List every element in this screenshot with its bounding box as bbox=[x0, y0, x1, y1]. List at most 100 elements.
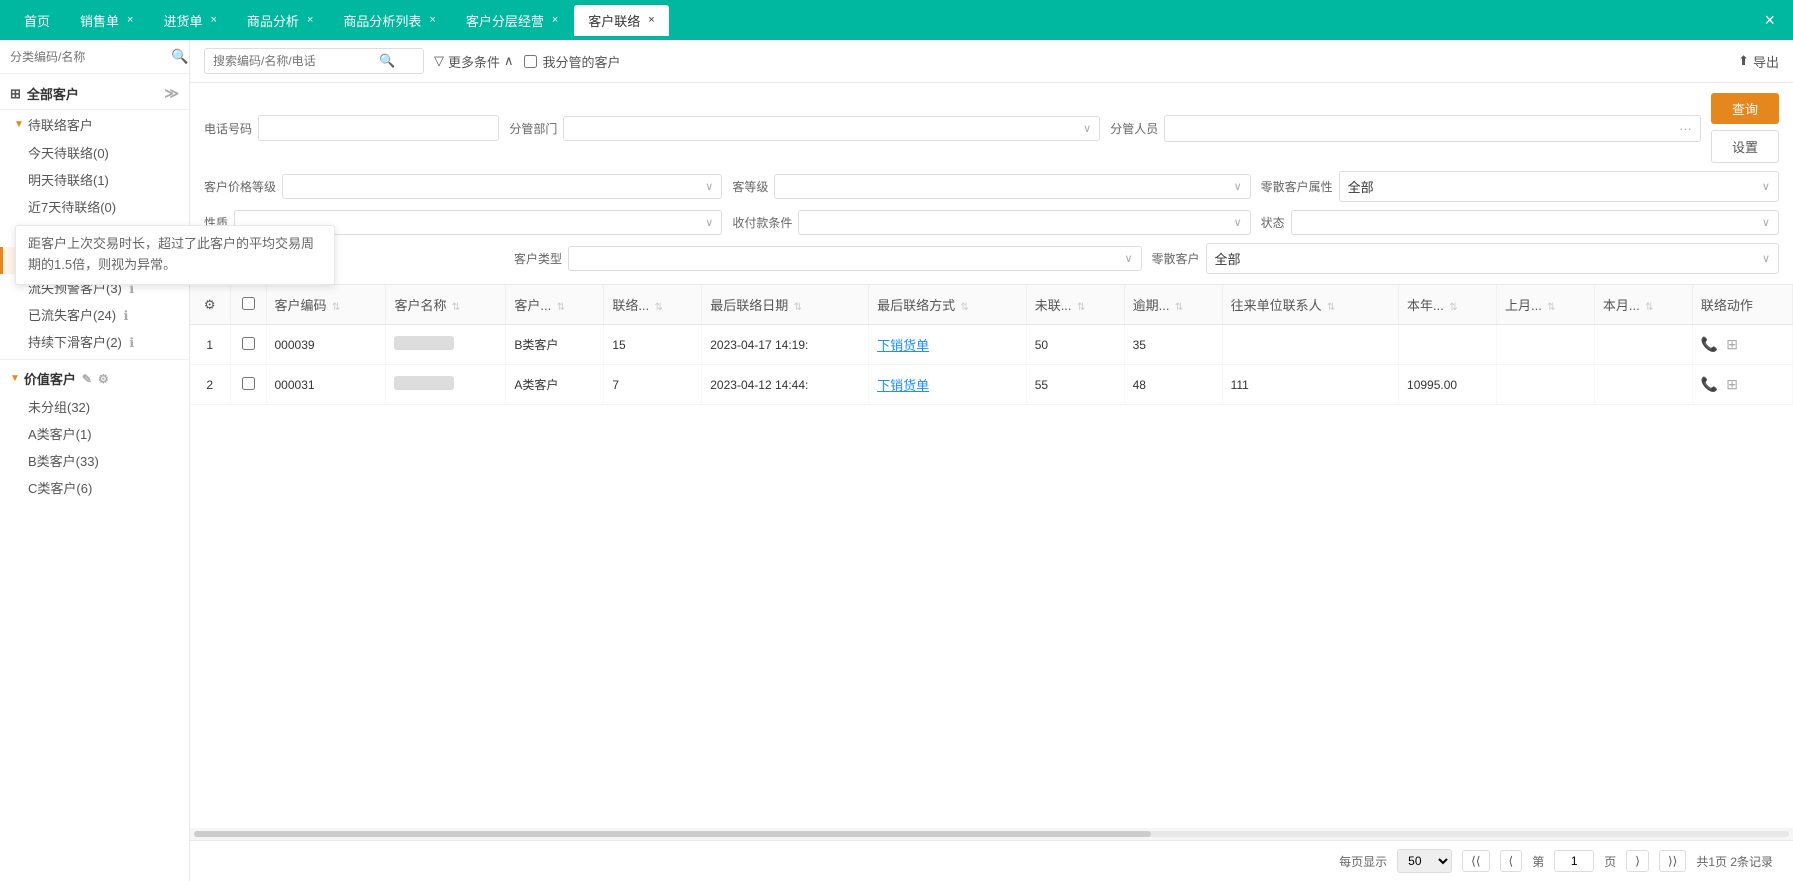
sidebar-item-today[interactable]: 今天待联络(0) bbox=[0, 139, 189, 166]
sidebar-item-tomorrow[interactable]: 明天待联络(1) bbox=[0, 166, 189, 193]
price-level-select[interactable]: ∨ bbox=[282, 174, 722, 199]
sidebar-all-customers[interactable]: ⊞ 全部客户 ≫ bbox=[0, 78, 189, 110]
per-page-select[interactable]: 50 20 100 bbox=[1397, 849, 1452, 873]
filter-area: 电话号码 分管部门 ∨ 分管人员 ··· 查询 bbox=[190, 83, 1793, 285]
row2-phone-icon[interactable]: 📞 bbox=[1701, 376, 1718, 393]
page-number-input[interactable] bbox=[1554, 850, 1594, 872]
row1-this-month bbox=[1594, 325, 1692, 365]
more-conditions-btn[interactable]: ▽ 更多条件 ∧ bbox=[434, 52, 514, 71]
sidebar-item-class-c[interactable]: C类客户(6) bbox=[0, 474, 189, 501]
sidebar-item-class-b[interactable]: B类客户(33) bbox=[0, 447, 189, 474]
nav-tab-customer-segment[interactable]: 客户分层经营 × bbox=[452, 5, 572, 36]
sidebar-item-class-a[interactable]: A类客户(1) bbox=[0, 420, 189, 447]
first-page-btn[interactable]: ⟨⟨ bbox=[1462, 850, 1489, 872]
nav-tab-customer-contact[interactable]: 客户联络 × bbox=[574, 5, 668, 36]
col-last-method-label: 最后联络方式 bbox=[877, 298, 955, 313]
retail-attr-select[interactable]: 全部 ∨ bbox=[1339, 171, 1779, 202]
dept-select[interactable]: ∨ bbox=[563, 116, 1100, 141]
nav-tab-customer-contact-close[interactable]: × bbox=[648, 14, 654, 26]
nav-tab-sales[interactable]: 销售单 × bbox=[66, 5, 147, 36]
sidebar-item-declining[interactable]: 持续下滑客户(2) ℹ bbox=[0, 328, 189, 355]
nav-tab-purchase-close[interactable]: × bbox=[210, 14, 216, 26]
row2-last-method[interactable]: 下销货单 bbox=[869, 365, 1027, 405]
row2-method-link[interactable]: 下销货单 bbox=[877, 378, 929, 393]
select-all-checkbox[interactable] bbox=[242, 297, 255, 310]
edit-icon[interactable]: ✎ bbox=[82, 372, 92, 386]
phone-field: 电话号码 bbox=[204, 115, 499, 141]
nav-tab-analysis-close[interactable]: × bbox=[307, 14, 313, 26]
nav-tab-customer-segment-close[interactable]: × bbox=[552, 14, 558, 26]
row1-phone-icon[interactable]: 📞 bbox=[1701, 336, 1718, 353]
search-input[interactable] bbox=[213, 54, 373, 68]
col-last-month-sort[interactable]: ⇅ bbox=[1547, 302, 1555, 313]
sidebar-item-ungrouped[interactable]: 未分组(32) bbox=[0, 393, 189, 420]
last-page-btn[interactable]: ⟩⟩ bbox=[1659, 850, 1686, 872]
gender-chevron: ∨ bbox=[705, 216, 713, 229]
col-uncontacted-sort[interactable]: ⇅ bbox=[1077, 302, 1085, 313]
sidebar-pending-group[interactable]: ▼ 待联络客户 bbox=[0, 110, 189, 139]
phone-input[interactable] bbox=[258, 115, 499, 141]
row2-more-icon[interactable]: ⊞ bbox=[1726, 376, 1738, 393]
col-this-month-sort[interactable]: ⇅ bbox=[1645, 302, 1653, 313]
sidebar-search-icon[interactable]: 🔍 bbox=[171, 48, 188, 65]
col-unit-contact-sort[interactable]: ⇅ bbox=[1327, 302, 1335, 313]
sidebar-search-input[interactable] bbox=[10, 50, 165, 64]
col-level-sort[interactable]: ⇅ bbox=[557, 302, 565, 313]
settings-small-icon[interactable]: ⚙ bbox=[98, 372, 109, 386]
sidebar-collapse-btn[interactable]: ≫ bbox=[164, 85, 179, 102]
all-customers-label: 全部客户 bbox=[27, 84, 79, 103]
nav-tab-analysis-list[interactable]: 商品分析列表 × bbox=[329, 5, 449, 36]
sidebar-body: ⊞ 全部客户 ≫ ▼ 待联络客户 今天待联络(0) 明天待联络(1) 近7天待联… bbox=[0, 74, 189, 881]
sidebar-item-churned[interactable]: 已流失客户(24) ℹ bbox=[0, 301, 189, 328]
payment-select[interactable]: ∨ bbox=[798, 210, 1250, 235]
search-icon[interactable]: 🔍 bbox=[379, 53, 395, 69]
my-customers-checkbox[interactable] bbox=[524, 55, 537, 68]
settings-table-icon[interactable]: ⚙ bbox=[204, 297, 216, 312]
col-this-year-sort[interactable]: ⇅ bbox=[1449, 302, 1457, 313]
col-last-date-sort[interactable]: ⇅ bbox=[794, 302, 802, 313]
horizontal-scrollbar[interactable] bbox=[190, 828, 1793, 840]
prev-page-btn[interactable]: ⟨ bbox=[1500, 850, 1523, 872]
next-page-btn[interactable]: ⟩ bbox=[1626, 850, 1649, 872]
manager-select[interactable]: ··· bbox=[1164, 115, 1701, 142]
row1-uncontacted: 50 bbox=[1026, 325, 1124, 365]
row2-checkbox[interactable] bbox=[242, 377, 255, 390]
sidebar-item-7days[interactable]: 近7天待联络(0) bbox=[0, 193, 189, 220]
export-button[interactable]: ⬆ 导出 bbox=[1738, 52, 1779, 71]
my-customers-filter[interactable]: 我分管的客户 bbox=[524, 52, 621, 71]
settings-button[interactable]: 设置 bbox=[1711, 130, 1779, 163]
customer-type-select[interactable]: ∨ bbox=[568, 246, 1141, 271]
payment-chevron: ∨ bbox=[1234, 216, 1242, 229]
nav-tab-analysis[interactable]: 商品分析 × bbox=[233, 5, 327, 36]
tooltip-overlay: 距客户上次交易时长，超过了此客户的平均交易周期的1.5倍，则视为异常。 bbox=[15, 225, 335, 285]
row1-overdue: 35 bbox=[1124, 325, 1222, 365]
manager-dots: ··· bbox=[1679, 121, 1692, 136]
sidebar-value-group[interactable]: ▼ 价值客户 ✎ ⚙ bbox=[0, 364, 189, 393]
filter-row-1: 电话号码 分管部门 ∨ 分管人员 ··· 查询 bbox=[204, 93, 1779, 163]
scrollbar-track[interactable] bbox=[194, 831, 1789, 837]
row2-name bbox=[386, 365, 506, 405]
col-last-method-sort[interactable]: ⇅ bbox=[960, 302, 968, 313]
scrollbar-thumb[interactable] bbox=[194, 831, 1151, 837]
row1-last-method[interactable]: 下销货单 bbox=[869, 325, 1027, 365]
col-overdue: 逾期... ⇅ bbox=[1124, 285, 1222, 325]
sidebar-search-bar: 🔍 bbox=[0, 40, 189, 74]
class-c-label: C类客户(6) bbox=[28, 481, 92, 496]
col-overdue-sort[interactable]: ⇅ bbox=[1175, 302, 1183, 313]
col-last-month: 上月... ⇅ bbox=[1496, 285, 1594, 325]
nav-tab-analysis-list-close[interactable]: × bbox=[429, 14, 435, 26]
query-button[interactable]: 查询 bbox=[1711, 93, 1779, 124]
col-code-sort[interactable]: ⇅ bbox=[332, 302, 340, 313]
window-close-button[interactable]: × bbox=[1756, 10, 1783, 31]
row1-method-link[interactable]: 下销货单 bbox=[877, 338, 929, 353]
customer-level-select[interactable]: ∨ bbox=[774, 174, 1250, 199]
nav-home[interactable]: 首页 bbox=[10, 5, 64, 36]
nav-tab-purchase[interactable]: 进货单 × bbox=[149, 5, 230, 36]
row1-more-icon[interactable]: ⊞ bbox=[1726, 336, 1738, 353]
col-name-sort[interactable]: ⇅ bbox=[452, 302, 460, 313]
retail-customer-select[interactable]: 全部 ∨ bbox=[1206, 243, 1779, 274]
status-select[interactable]: ∨ bbox=[1291, 210, 1779, 235]
nav-tab-sales-close[interactable]: × bbox=[127, 14, 133, 26]
row1-checkbox[interactable] bbox=[242, 337, 255, 350]
col-contact-sort[interactable]: ⇅ bbox=[655, 302, 663, 313]
